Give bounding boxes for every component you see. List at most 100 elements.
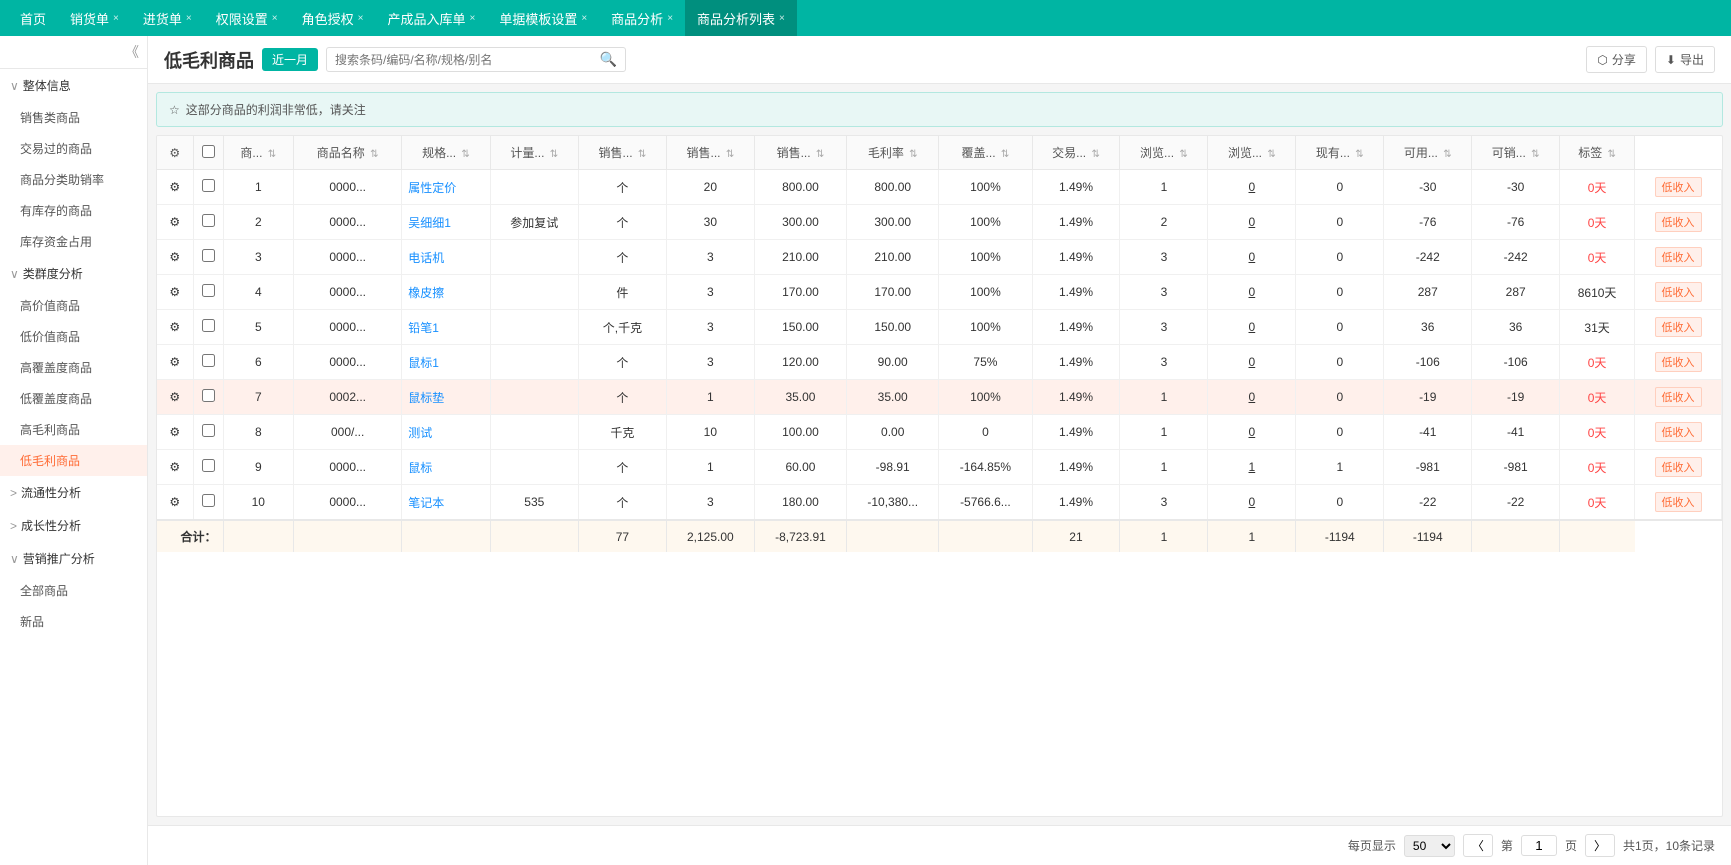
sidebar-item-有库存的商品[interactable]: 有库存的商品 bbox=[0, 195, 147, 226]
sidebar-item-全部商品[interactable]: 全部商品 bbox=[0, 575, 147, 606]
nav-item-进货单[interactable]: 进货单× bbox=[131, 0, 204, 36]
row-select-checkbox[interactable] bbox=[202, 319, 215, 332]
row-views1[interactable]: 0 bbox=[1208, 415, 1296, 450]
row-select-checkbox[interactable] bbox=[202, 214, 215, 227]
nav-close-icon[interactable]: × bbox=[667, 13, 673, 24]
row-gear[interactable]: ⚙ bbox=[157, 450, 193, 485]
sidebar-item-高价值商品[interactable]: 高价值商品 bbox=[0, 290, 147, 321]
column-unit[interactable]: 计量... ⇅ bbox=[490, 136, 578, 170]
column-sales-count[interactable]: 销售... ⇅ bbox=[578, 136, 666, 170]
row-gear[interactable]: ⚙ bbox=[157, 310, 193, 345]
nav-close-icon[interactable]: × bbox=[186, 13, 192, 24]
column-tag[interactable]: 标签 ⇅ bbox=[1560, 136, 1635, 170]
row-checkbox[interactable] bbox=[193, 415, 223, 450]
column-stock-current[interactable]: 现有... ⇅ bbox=[1296, 136, 1384, 170]
row-gear[interactable]: ⚙ bbox=[157, 380, 193, 415]
row-name[interactable]: 鼠标 bbox=[402, 450, 490, 485]
row-name[interactable]: 橡皮擦 bbox=[402, 275, 490, 310]
column-name[interactable]: 商品名称 ⇅ bbox=[294, 136, 402, 170]
row-gear[interactable]: ⚙ bbox=[157, 240, 193, 275]
sidebar-group-2[interactable]: >流通性分析 bbox=[0, 476, 147, 509]
sidebar-group-0[interactable]: ∨整体信息 bbox=[0, 69, 147, 102]
row-gear[interactable]: ⚙ bbox=[157, 415, 193, 450]
sidebar-item-销售类商品[interactable]: 销售类商品 bbox=[0, 102, 147, 133]
prev-page-button[interactable]: 〈 bbox=[1463, 834, 1493, 857]
row-views1[interactable]: 0 bbox=[1208, 275, 1296, 310]
row-select-checkbox[interactable] bbox=[202, 249, 215, 262]
row-checkbox[interactable] bbox=[193, 275, 223, 310]
sidebar-item-低价值商品[interactable]: 低价值商品 bbox=[0, 321, 147, 352]
sidebar-group-3[interactable]: >成长性分析 bbox=[0, 509, 147, 542]
row-select-checkbox[interactable] bbox=[202, 389, 215, 402]
column-stock-available[interactable]: 可用... ⇅ bbox=[1384, 136, 1472, 170]
row-gear[interactable]: ⚙ bbox=[157, 345, 193, 380]
row-checkbox[interactable] bbox=[193, 205, 223, 240]
row-checkbox[interactable] bbox=[193, 450, 223, 485]
row-name[interactable]: 笔记本 bbox=[402, 485, 490, 521]
nav-item-首页[interactable]: 首页 bbox=[8, 0, 58, 36]
sidebar-item-商品分类助销率[interactable]: 商品分类助销率 bbox=[0, 164, 147, 195]
nav-item-角色授权[interactable]: 角色授权× bbox=[290, 0, 376, 36]
sidebar-item-低覆盖度商品[interactable]: 低覆盖度商品 bbox=[0, 383, 147, 414]
row-name[interactable]: 测试 bbox=[402, 415, 490, 450]
row-checkbox[interactable] bbox=[193, 170, 223, 205]
nav-item-单据模板设置[interactable]: 单据模板设置× bbox=[487, 0, 599, 36]
column-sales-amount[interactable]: 销售... ⇅ bbox=[666, 136, 754, 170]
sidebar-item-库存资金占用[interactable]: 库存资金占用 bbox=[0, 226, 147, 257]
nav-item-销货单[interactable]: 销货单× bbox=[58, 0, 131, 36]
sidebar-collapse-button[interactable]: 《 bbox=[0, 36, 147, 69]
nav-close-icon[interactable]: × bbox=[469, 13, 475, 24]
sidebar-item-低毛利商品[interactable]: 低毛利商品 bbox=[0, 445, 147, 476]
sidebar-item-高覆盖度商品[interactable]: 高覆盖度商品 bbox=[0, 352, 147, 383]
column-stock-saleable[interactable]: 可销... ⇅ bbox=[1472, 136, 1560, 170]
row-checkbox[interactable] bbox=[193, 485, 223, 521]
column-coverage[interactable]: 覆盖... ⇅ bbox=[939, 136, 1032, 170]
row-select-checkbox[interactable] bbox=[202, 424, 215, 437]
per-page-select[interactable]: 50 100 200 bbox=[1404, 835, 1455, 857]
column-views2[interactable]: 浏览... ⇅ bbox=[1208, 136, 1296, 170]
column-checkbox[interactable] bbox=[193, 136, 223, 170]
sidebar-item-交易过的商品[interactable]: 交易过的商品 bbox=[0, 133, 147, 164]
row-views1[interactable]: 0 bbox=[1208, 170, 1296, 205]
column-transaction[interactable]: 交易... ⇅ bbox=[1032, 136, 1120, 170]
row-select-checkbox[interactable] bbox=[202, 459, 215, 472]
row-name[interactable]: 铅笔1 bbox=[402, 310, 490, 345]
row-checkbox[interactable] bbox=[193, 380, 223, 415]
row-name[interactable]: 属性定价 bbox=[402, 170, 490, 205]
row-name[interactable]: 电话机 bbox=[402, 240, 490, 275]
row-checkbox[interactable] bbox=[193, 310, 223, 345]
nav-close-icon[interactable]: × bbox=[779, 13, 785, 24]
nav-close-icon[interactable]: × bbox=[581, 13, 587, 24]
export-button[interactable]: ⬇ 导出 bbox=[1655, 46, 1715, 73]
nav-item-商品分析[interactable]: 商品分析× bbox=[599, 0, 685, 36]
search-input[interactable] bbox=[335, 53, 600, 67]
sidebar-item-新品[interactable]: 新品 bbox=[0, 606, 147, 637]
row-views1[interactable]: 0 bbox=[1208, 380, 1296, 415]
column-code[interactable]: 商... ⇅ bbox=[223, 136, 294, 170]
nav-item-商品分析列表[interactable]: 商品分析列表× bbox=[685, 0, 797, 36]
row-select-checkbox[interactable] bbox=[202, 179, 215, 192]
row-gear[interactable]: ⚙ bbox=[157, 205, 193, 240]
period-button[interactable]: 近一月 bbox=[262, 48, 318, 71]
row-select-checkbox[interactable] bbox=[202, 494, 215, 507]
nav-item-权限设置[interactable]: 权限设置× bbox=[204, 0, 290, 36]
select-all-checkbox[interactable] bbox=[202, 145, 215, 158]
sidebar-item-高毛利商品[interactable]: 高毛利商品 bbox=[0, 414, 147, 445]
column-gear[interactable]: ⚙ bbox=[157, 136, 193, 170]
share-button[interactable]: ⬡ 分享 bbox=[1586, 46, 1647, 73]
page-number-input[interactable] bbox=[1521, 835, 1557, 856]
column-views1[interactable]: 浏览... ⇅ bbox=[1120, 136, 1208, 170]
nav-close-icon[interactable]: × bbox=[113, 13, 119, 24]
nav-item-产成品入库单[interactable]: 产成品入库单× bbox=[375, 0, 487, 36]
row-name[interactable]: 鼠标1 bbox=[402, 345, 490, 380]
nav-close-icon[interactable]: × bbox=[272, 13, 278, 24]
column-sales-profit[interactable]: 销售... ⇅ bbox=[754, 136, 846, 170]
row-name[interactable]: 鼠标垫 bbox=[402, 380, 490, 415]
sidebar-group-4[interactable]: ∨营销推广分析 bbox=[0, 542, 147, 575]
row-select-checkbox[interactable] bbox=[202, 354, 215, 367]
row-select-checkbox[interactable] bbox=[202, 284, 215, 297]
row-views1[interactable]: 1 bbox=[1208, 450, 1296, 485]
row-name[interactable]: 吴细细1 bbox=[402, 205, 490, 240]
row-gear[interactable]: ⚙ bbox=[157, 170, 193, 205]
row-views1[interactable]: 0 bbox=[1208, 485, 1296, 521]
